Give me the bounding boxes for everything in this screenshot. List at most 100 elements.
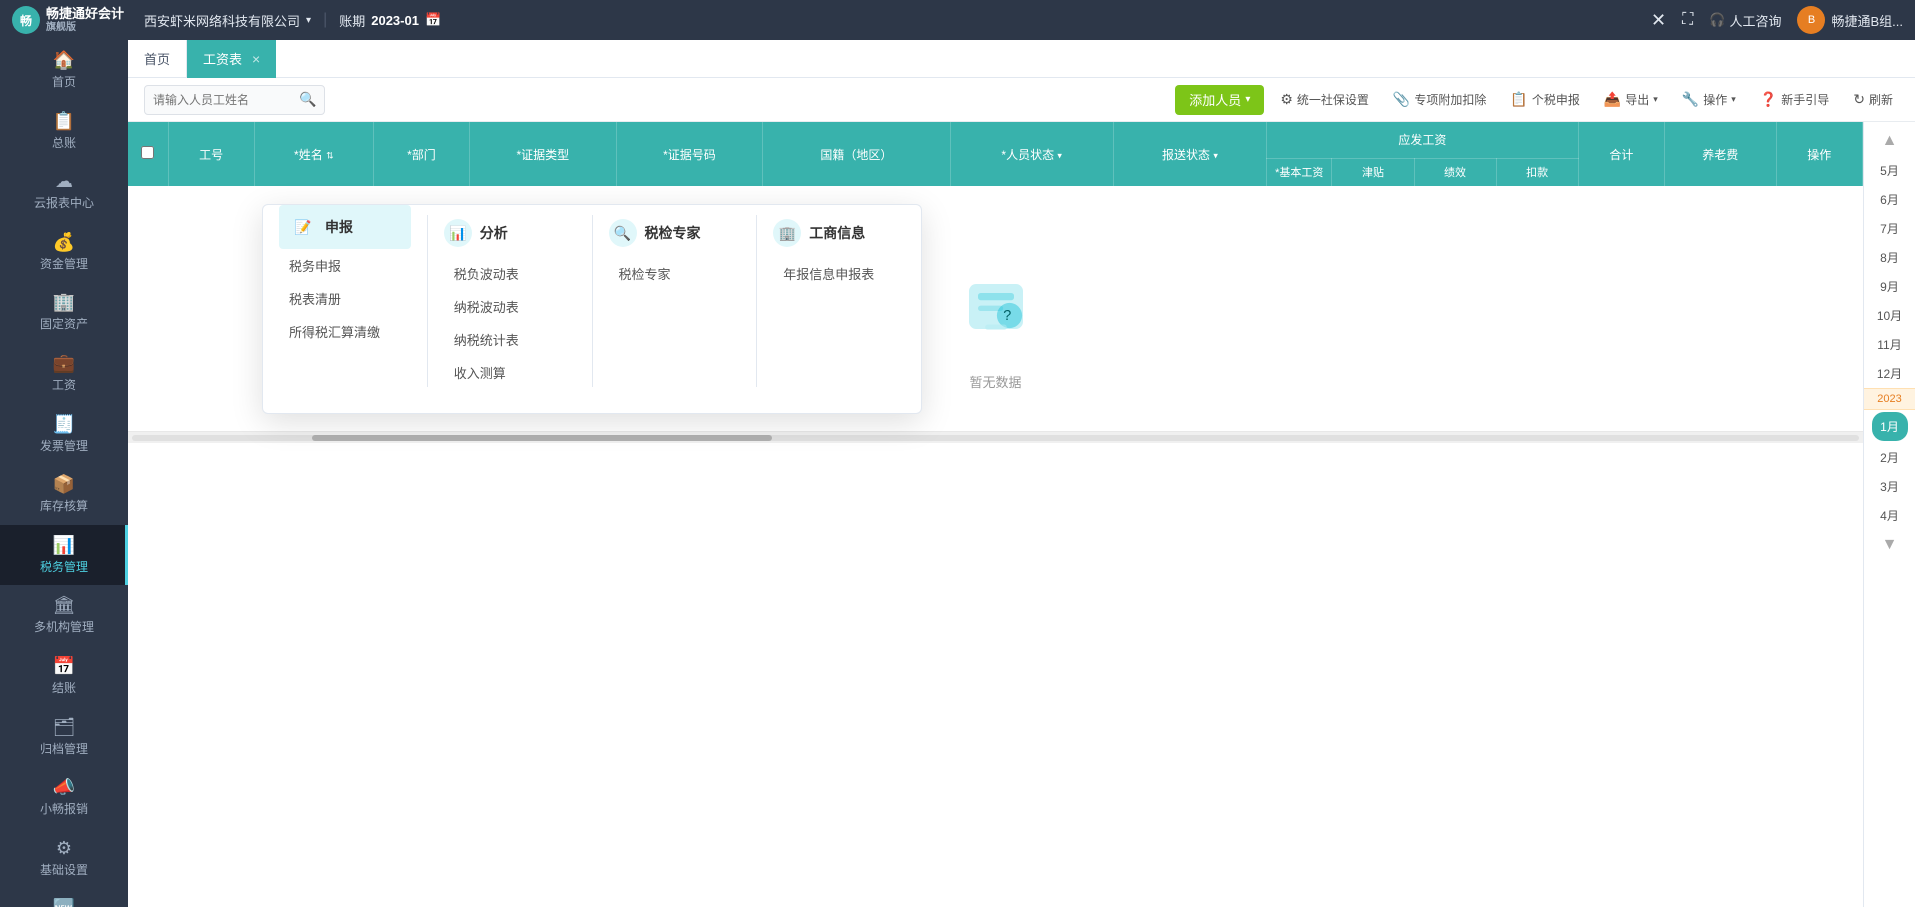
col-dept: *部门 xyxy=(373,122,469,186)
ledger-icon: 📋 xyxy=(53,111,75,132)
service-button[interactable]: 🎧 人工咨询 xyxy=(1709,11,1781,30)
section-title-gongshang: 🏢 工商信息 xyxy=(773,205,905,257)
sidebar-item-tax[interactable]: 📊 税务管理 xyxy=(0,525,128,586)
menu-item-income-calc[interactable]: 收入测算 xyxy=(444,356,576,389)
dropdown-section-gongshang: 🏢 工商信息 年报信息申报表 xyxy=(757,205,921,397)
fund-icon: 💰 xyxy=(53,232,75,253)
search-input[interactable] xyxy=(153,93,293,107)
select-all-checkbox[interactable] xyxy=(141,146,154,159)
col-name: *姓名 ⇅ xyxy=(254,122,373,186)
payroll-icon: 💼 xyxy=(53,353,75,374)
menu-item-tax-burden[interactable]: 税负波动表 xyxy=(444,257,576,290)
payroll-table: 工号 *姓名 ⇅ *部门 *证据类型 *证据号码 国籍（地区） *人员状态 ▾ … xyxy=(128,122,1863,186)
sidebar-item-guide[interactable]: 🆕 新手引导 xyxy=(0,888,128,907)
timeline-month-9[interactable]: 9月 xyxy=(1864,272,1915,301)
toolbar-actions: ⚙ 统一社保设置 📎 专项附加扣除 📋 个税申报 📤 导出 ▾ 🔧 xyxy=(1274,87,1899,112)
menu-item-tax-change[interactable]: 纳税波动表 xyxy=(444,290,576,323)
user-menu[interactable]: B 畅捷通B组... xyxy=(1797,6,1903,34)
social-insurance-button[interactable]: ⚙ 统一社保设置 xyxy=(1274,87,1375,112)
sidebar-item-settings[interactable]: ⚙ 基础设置 xyxy=(0,828,128,889)
timeline-month-12[interactable]: 12月 xyxy=(1864,359,1915,388)
menu-item-tax-list[interactable]: 税表清册 xyxy=(279,282,411,315)
horizontal-scrollbar[interactable] xyxy=(128,431,1863,443)
add-person-button[interactable]: 添加人员 ▾ xyxy=(1175,85,1264,115)
tab-close-icon[interactable]: × xyxy=(252,51,260,67)
menu-item-tax-stats[interactable]: 纳税统计表 xyxy=(444,323,576,356)
timeline-month-3[interactable]: 3月 xyxy=(1864,472,1915,501)
timeline-month-11[interactable]: 11月 xyxy=(1864,330,1915,359)
col-idno: *证据号码 xyxy=(616,122,763,186)
operate-button[interactable]: 🔧 操作 ▾ xyxy=(1676,87,1742,112)
app-logo: 畅 畅捷通好会计 旗舰版 xyxy=(12,6,124,34)
sidebar-item-archive[interactable]: 🗂 归档管理 xyxy=(0,707,128,768)
empty-icon: ? xyxy=(951,266,1041,356)
invoice-icon: 🧾 xyxy=(53,414,75,435)
menu-item-income-tax[interactable]: 所得税汇算清缴 xyxy=(279,315,411,348)
sidebar-item-payroll[interactable]: 💼 工资 xyxy=(0,343,128,404)
expand-icon[interactable]: ⛶ xyxy=(1682,11,1693,29)
col-empno: 工号 xyxy=(168,122,254,186)
col-pension: 养老费 xyxy=(1664,122,1776,186)
menu-item-tax-report[interactable]: 税务申报 xyxy=(279,249,411,282)
timeline-month-8[interactable]: 8月 xyxy=(1864,243,1915,272)
home-icon: 🏠 xyxy=(53,50,75,71)
section-title-shenbao: 📝 申报 xyxy=(279,205,411,249)
close-icon[interactable]: ✕ xyxy=(1651,10,1666,31)
timeline-month-10[interactable]: 10月 xyxy=(1864,301,1915,330)
dropdown-row: 📝 申报 税务申报 税表清册 所得税汇算清缴 📊 分析 xyxy=(263,205,921,397)
timeline-up-button[interactable]: ▲ xyxy=(1864,126,1915,156)
sidebar-item-fund[interactable]: 💰 资金管理 xyxy=(0,222,128,283)
shuijian-icon: 🔍 xyxy=(609,219,637,247)
timeline-month-2[interactable]: 2月 xyxy=(1864,443,1915,472)
tab-payroll-label: 工资表 xyxy=(203,49,242,68)
settings-icon: ⚙ xyxy=(56,838,72,859)
col-status: *人员状态 ▾ xyxy=(950,122,1113,186)
sidebar-item-multi[interactable]: 🏛 多机构管理 xyxy=(0,585,128,646)
operate-icon: 🔧 xyxy=(1682,91,1699,108)
sidebar-item-inventory[interactable]: 📦 库存核算 xyxy=(0,464,128,525)
timeline-month-1[interactable]: 1月 xyxy=(1872,412,1908,441)
tab-home[interactable]: 首页 xyxy=(128,40,187,78)
scrollbar-track xyxy=(132,435,1859,441)
guide-icon: 🆕 xyxy=(53,898,75,907)
col-allowance: 津贴 xyxy=(1332,158,1414,186)
tax-report-icon: 📋 xyxy=(1510,91,1527,108)
timeline-month-6[interactable]: 6月 xyxy=(1864,185,1915,214)
col-performance: 绩效 xyxy=(1414,158,1496,186)
tax-report-button[interactable]: 📋 个税申报 xyxy=(1504,87,1585,112)
sidebar-item-close[interactable]: 📅 结账 xyxy=(0,646,128,707)
new-guide-button[interactable]: ❓ 新手引导 xyxy=(1754,87,1835,112)
avatar: B xyxy=(1797,6,1825,34)
scrollbar-thumb[interactable] xyxy=(312,435,772,441)
chevron-down-icon: ▾ xyxy=(306,15,311,26)
tab-home-label: 首页 xyxy=(144,49,170,68)
special-icon: 📎 xyxy=(1393,91,1410,108)
timeline-down-button[interactable]: ▼ xyxy=(1864,530,1915,560)
export-button[interactable]: 📤 导出 ▾ xyxy=(1598,87,1664,112)
sidebar-item-assets[interactable]: 🏢 固定资产 xyxy=(0,282,128,343)
sidebar-item-home[interactable]: 🏠 首页 xyxy=(0,40,128,101)
company-selector[interactable]: 西安虾米网络科技有限公司 ▾ xyxy=(144,11,311,30)
special-deduction-button[interactable]: 📎 专项附加扣除 xyxy=(1387,87,1492,112)
tab-payroll[interactable]: 工资表 × xyxy=(187,40,276,78)
sidebar-item-xiaochang[interactable]: 📣 小畅报销 xyxy=(0,767,128,828)
sidebar-item-ledger[interactable]: 📋 总账 xyxy=(0,101,128,162)
app-subtitle: 旗舰版 xyxy=(46,22,124,34)
menu-item-annual-report[interactable]: 年报信息申报表 xyxy=(773,257,905,290)
search-icon: 🔍 xyxy=(299,91,316,108)
col-checkbox[interactable] xyxy=(128,122,168,186)
right-timeline: ▲ 5月 6月 7月 8月 9月 10月 11月 12月 2023 1月 2月 … xyxy=(1863,122,1915,907)
refresh-button[interactable]: ↻ 刷新 xyxy=(1847,87,1899,112)
section-title-fenxi: 📊 分析 xyxy=(444,205,576,257)
col-basesalary: *基本工资 xyxy=(1267,158,1332,186)
period-selector[interactable]: 账期 2023-01 📅 xyxy=(339,11,441,30)
gongshang-icon: 🏢 xyxy=(773,219,801,247)
timeline-month-4[interactable]: 4月 xyxy=(1864,501,1915,530)
menu-item-tax-expert[interactable]: 税检专家 xyxy=(609,257,741,290)
timeline-month-7[interactable]: 7月 xyxy=(1864,214,1915,243)
sidebar-item-cloud[interactable]: ☁ 云报表中心 xyxy=(0,161,128,222)
tax-icon: 📊 xyxy=(53,535,75,556)
timeline-month-5[interactable]: 5月 xyxy=(1864,156,1915,185)
sidebar: 🏠 首页 📋 总账 ☁ 云报表中心 💰 资金管理 🏢 固定资产 💼 工资 🧾 发… xyxy=(0,40,128,907)
sidebar-item-invoice[interactable]: 🧾 发票管理 xyxy=(0,404,128,465)
